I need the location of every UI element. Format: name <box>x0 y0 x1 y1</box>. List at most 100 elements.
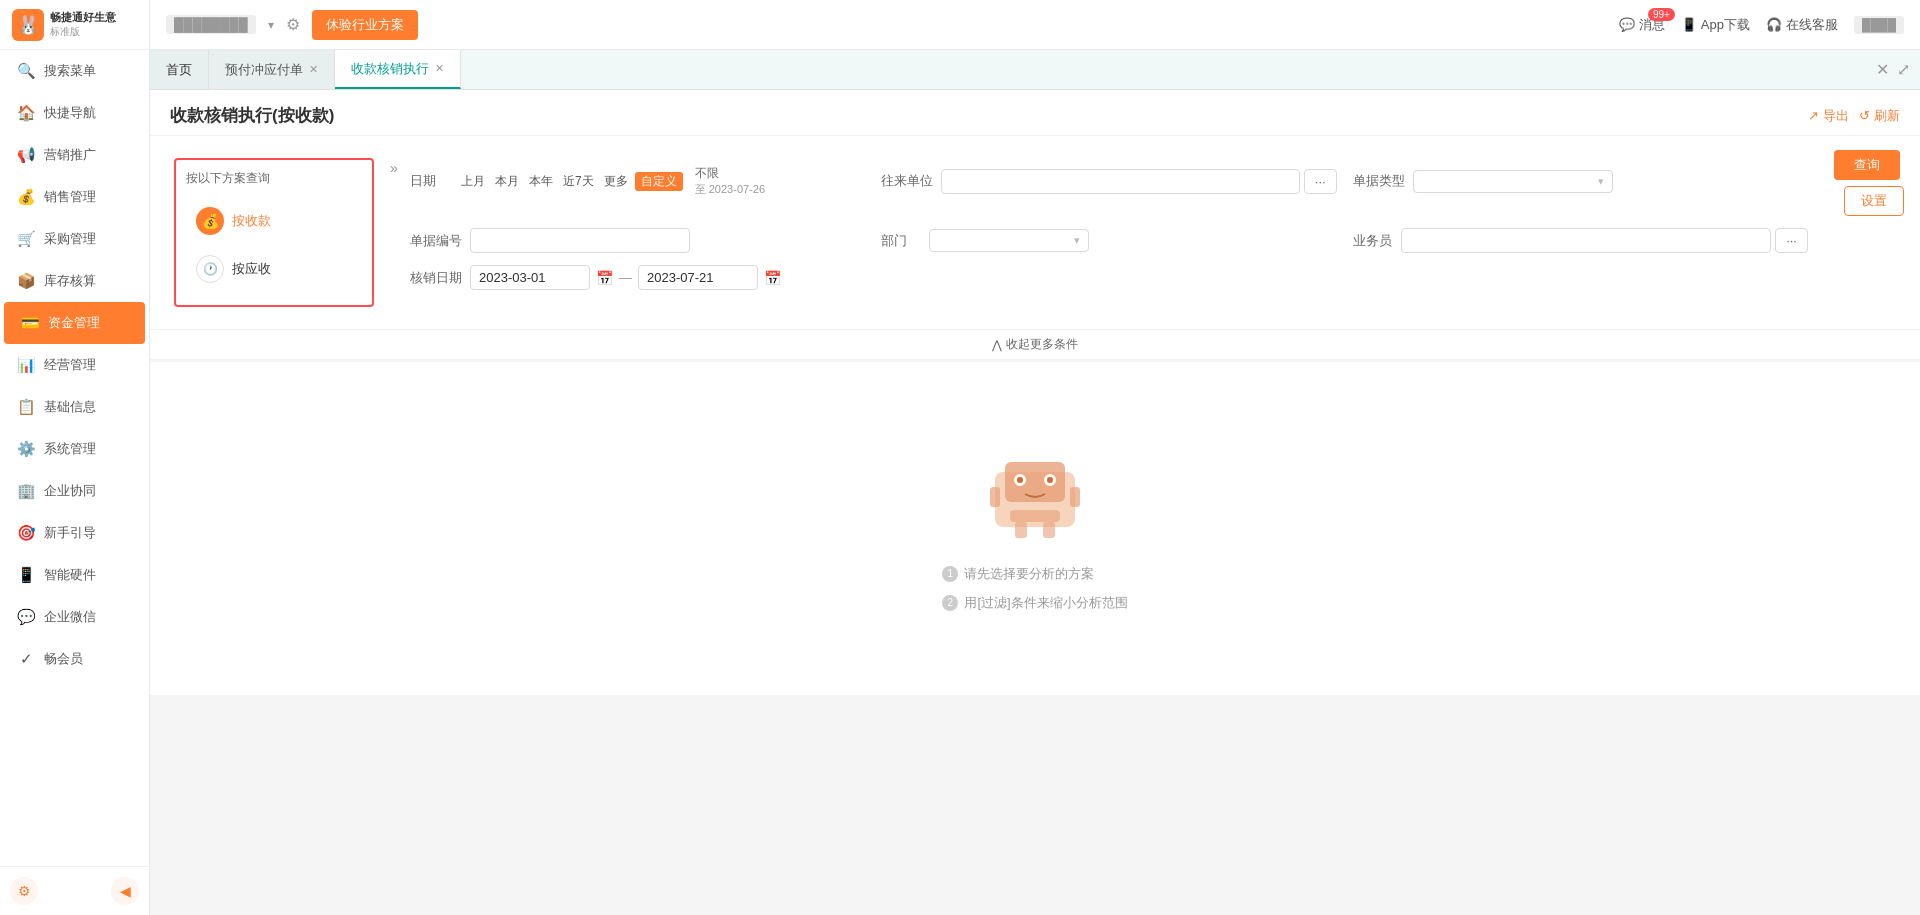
sidebar-item-sales[interactable]: 💰 销售管理 <box>0 176 149 218</box>
receivable-mode-icon: 🕐 <box>196 255 224 283</box>
empty-tip-row-1: 1 请先选择要分析的方案 <box>942 562 1127 585</box>
query-mode-item-receivable[interactable]: 🕐 按应收 <box>186 247 362 291</box>
tip-num-2: 2 <box>942 595 958 611</box>
hardware-icon: 📱 <box>16 565 36 585</box>
shortcut-last-month[interactable]: 上月 <box>458 172 488 191</box>
filter-verify-date-field: 核销日期 📅 — 📅 <box>410 265 1904 290</box>
topbar-gear-icon[interactable]: ⚙ <box>286 15 300 34</box>
search-icon: 🔍 <box>16 61 36 81</box>
member-icon: ✓ <box>16 649 36 669</box>
finance-icon: 💳 <box>20 313 40 333</box>
collapse-more-btn[interactable]: ⋀ 收起更多条件 <box>992 336 1078 353</box>
query-mode-item-receipt[interactable]: 💰 按收款 <box>186 199 362 243</box>
bill-no-label: 单据编号 <box>410 232 462 250</box>
counterpart-input[interactable] <box>941 169 1299 194</box>
staff-label: 业务员 <box>1353 232 1393 250</box>
filter-bill-type-field: 单据类型 ▾ <box>1353 170 1808 193</box>
filter-row-2: 单据编号 部门 ▾ 业务员 <box>410 228 1904 253</box>
user-info[interactable]: ████ <box>1854 16 1904 34</box>
verify-date-start-input[interactable] <box>470 265 590 290</box>
filter-form: 日期 上月 本月 本年 近7天 更多 自定义 不限 至 <box>402 136 1920 329</box>
staff-ellipsis-btn[interactable]: ··· <box>1775 228 1808 253</box>
filter-settings-btn[interactable]: 设置 <box>1844 186 1904 216</box>
collapse-panel-btn[interactable]: » <box>386 156 402 180</box>
sidebar-item-search[interactable]: 🔍 搜索菜单 <box>0 50 149 92</box>
dept-label: 部门 <box>881 232 921 250</box>
collapse-chevron-icon: ⋀ <box>992 338 1002 352</box>
bill-no-input[interactable] <box>470 228 690 253</box>
sidebar-item-member[interactable]: ✓ 畅会员 <box>0 638 149 680</box>
shortcut-this-year[interactable]: 本年 <box>526 172 556 191</box>
sidebar-item-purchase[interactable]: 🛒 采购管理 <box>0 218 149 260</box>
close-window-btn[interactable]: ✕ <box>1876 60 1889 79</box>
settings-icon[interactable]: ⚙ <box>10 877 38 905</box>
verify-date-label: 核销日期 <box>410 269 462 287</box>
sidebar-item-quick-nav[interactable]: 🏠 快捷导航 <box>0 92 149 134</box>
online-service-btn[interactable]: 🎧 在线客服 <box>1766 16 1838 34</box>
bill-type-select[interactable]: ▾ <box>1413 170 1613 193</box>
export-btn[interactable]: ↗ 导出 <box>1808 107 1849 125</box>
quicknav-icon: 🏠 <box>16 103 36 123</box>
panel-and-collapse: 按以下方案查询 💰 按收款 🕐 按应收 » <box>150 136 402 329</box>
empty-tips: 1 请先选择要分析的方案 2 用[过滤]条件来缩小分析范围 <box>942 562 1127 615</box>
sidebar-item-marketing[interactable]: 📢 营销推广 <box>0 134 149 176</box>
shortcut-more[interactable]: 更多 <box>601 172 631 191</box>
dept-dropdown-icon: ▾ <box>1074 234 1080 247</box>
tab-home[interactable]: 首页 <box>150 50 209 89</box>
empty-state-illustration <box>975 442 1095 542</box>
shortcut-7days[interactable]: 近7天 <box>560 172 597 191</box>
date-label: 日期 <box>410 172 450 190</box>
expand-window-btn[interactable]: ⤢ <box>1897 60 1910 79</box>
tab-receipt-close-icon[interactable]: ✕ <box>435 62 444 75</box>
topbar-dropdown-icon[interactable]: ▾ <box>268 18 274 32</box>
sidebar-item-basic-info[interactable]: 📋 基础信息 <box>0 386 149 428</box>
tab-actions: ✕ ⤢ <box>1866 50 1920 89</box>
verify-date-end-cal-icon[interactable]: 📅 <box>764 270 781 286</box>
app-download-btn[interactable]: 📱 App下载 <box>1681 16 1750 34</box>
shortcut-custom[interactable]: 自定义 <box>635 172 683 191</box>
tab-home-label: 首页 <box>166 61 192 79</box>
filter-actions: 查询 设置 <box>1824 146 1904 216</box>
message-btn[interactable]: 💬 消息 99+ <box>1619 16 1665 34</box>
svg-rect-9 <box>1015 522 1027 538</box>
filter-section: 按以下方案查询 💰 按收款 🕐 按应收 » <box>150 136 1920 360</box>
verify-date-end-input[interactable] <box>638 265 758 290</box>
sidebar-logo-text: 畅捷通好生意 标准版 <box>50 10 116 39</box>
sidebar-item-hardware[interactable]: 📱 智能硬件 <box>0 554 149 596</box>
sidebar-item-operation[interactable]: 📊 经营管理 <box>0 344 149 386</box>
solution-btn[interactable]: 休验行业方案 <box>312 10 418 40</box>
purchase-icon: 🛒 <box>16 229 36 249</box>
sidebar-item-wechat[interactable]: 💬 企业微信 <box>0 596 149 638</box>
tab-prepay-close-icon[interactable]: ✕ <box>309 63 318 76</box>
tip-num-1: 1 <box>942 566 958 582</box>
refresh-icon: ↺ <box>1859 108 1870 123</box>
counterpart-ellipsis-btn[interactable]: ··· <box>1304 169 1337 194</box>
sidebar-item-inventory[interactable]: 📦 库存核算 <box>0 260 149 302</box>
sidebar-item-finance[interactable]: 💳 资金管理 <box>4 302 145 344</box>
sidebar-item-guide[interactable]: 🎯 新手引导 <box>0 512 149 554</box>
marketing-icon: 📢 <box>16 145 36 165</box>
tab-prepay[interactable]: 预付冲应付单 ✕ <box>209 50 335 89</box>
filter-bill-no-field: 单据编号 <box>410 228 865 253</box>
tab-prepay-label: 预付冲应付单 <box>225 61 303 79</box>
svg-point-4 <box>1017 477 1023 483</box>
tab-receipt[interactable]: 收款核销执行 ✕ <box>335 50 461 89</box>
shortcut-this-month[interactable]: 本月 <box>492 172 522 191</box>
query-btn[interactable]: 查询 <box>1834 150 1900 180</box>
verify-date-start-cal-icon[interactable]: 📅 <box>596 270 613 286</box>
refresh-btn[interactable]: ↺ 刷新 <box>1859 107 1900 125</box>
staff-input[interactable] <box>1401 228 1771 253</box>
guide-icon: 🎯 <box>16 523 36 543</box>
topbar: ████████ ▾ ⚙ 休验行业方案 💬 消息 99+ 📱 App下载 🎧 在… <box>150 0 1920 50</box>
sidebar-menu: 🔍 搜索菜单 🏠 快捷导航 📢 营销推广 💰 销售管理 🛒 采购管理 📦 库存核… <box>0 50 149 866</box>
svg-rect-6 <box>1010 510 1060 522</box>
sidebar-logo: 🐰 畅捷通好生意 标准版 <box>0 0 149 50</box>
filter-body: 按以下方案查询 💰 按收款 🕐 按应收 » <box>150 136 1920 329</box>
verify-date-separator: — <box>619 270 632 285</box>
collapse-sidebar-btn[interactable]: ◀ <box>111 877 139 905</box>
sidebar-item-system[interactable]: ⚙️ 系统管理 <box>0 428 149 470</box>
empty-tip-row-2: 2 用[过滤]条件来缩小分析范围 <box>942 591 1127 614</box>
counterpart-label: 往来单位 <box>881 172 933 190</box>
sidebar-item-enterprise[interactable]: 🏢 企业协同 <box>0 470 149 512</box>
dept-select[interactable]: ▾ <box>929 229 1089 252</box>
